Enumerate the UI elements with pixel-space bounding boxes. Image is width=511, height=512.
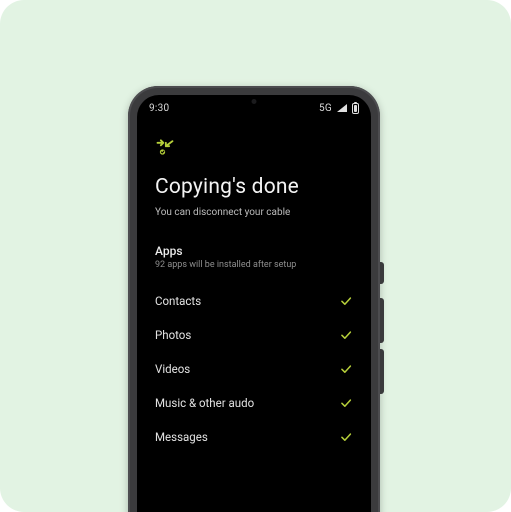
battery-icon [352,103,359,114]
status-icons: 5G [319,103,359,114]
phone: 9:30 5G [128,86,380,512]
list-item-label: Music & other audo [155,396,254,410]
check-icon [339,294,353,308]
apps-subtitle: 92 apps will be installed after setup [155,260,353,270]
phone-volume-down [380,349,384,394]
phone-side-button [380,262,384,284]
content: Copying's done You can disconnect your c… [137,121,371,454]
list-item-label: Photos [155,328,191,342]
transfer-done-icon [155,137,175,157]
list-item[interactable]: Videos [155,352,353,386]
card-background: 9:30 5G [0,0,511,512]
list-item-label: Contacts [155,294,201,308]
page-title: Copying's done [155,175,353,199]
network-label: 5G [319,103,332,114]
apps-section[interactable]: Apps 92 apps will be installed after set… [155,244,353,270]
phone-screen: 9:30 5G [137,95,371,512]
signal-icon [337,104,347,112]
list-item[interactable]: Music & other audo [155,386,353,420]
phone-volume-up [380,298,384,343]
copied-list: Contacts Photos Videos [155,284,353,454]
check-icon [339,328,353,342]
phone-frame: 9:30 5G [128,86,380,512]
page-subtitle: You can disconnect your cable [155,207,353,218]
apps-title: Apps [155,244,353,258]
list-item-label: Messages [155,430,208,444]
list-item-label: Videos [155,362,190,376]
list-item[interactable]: Messages [155,420,353,454]
check-icon [339,430,353,444]
camera-hole [252,99,257,104]
list-item[interactable]: Photos [155,318,353,352]
check-icon [339,362,353,376]
list-item[interactable]: Contacts [155,284,353,318]
status-time: 9:30 [149,103,169,114]
check-icon [339,396,353,410]
